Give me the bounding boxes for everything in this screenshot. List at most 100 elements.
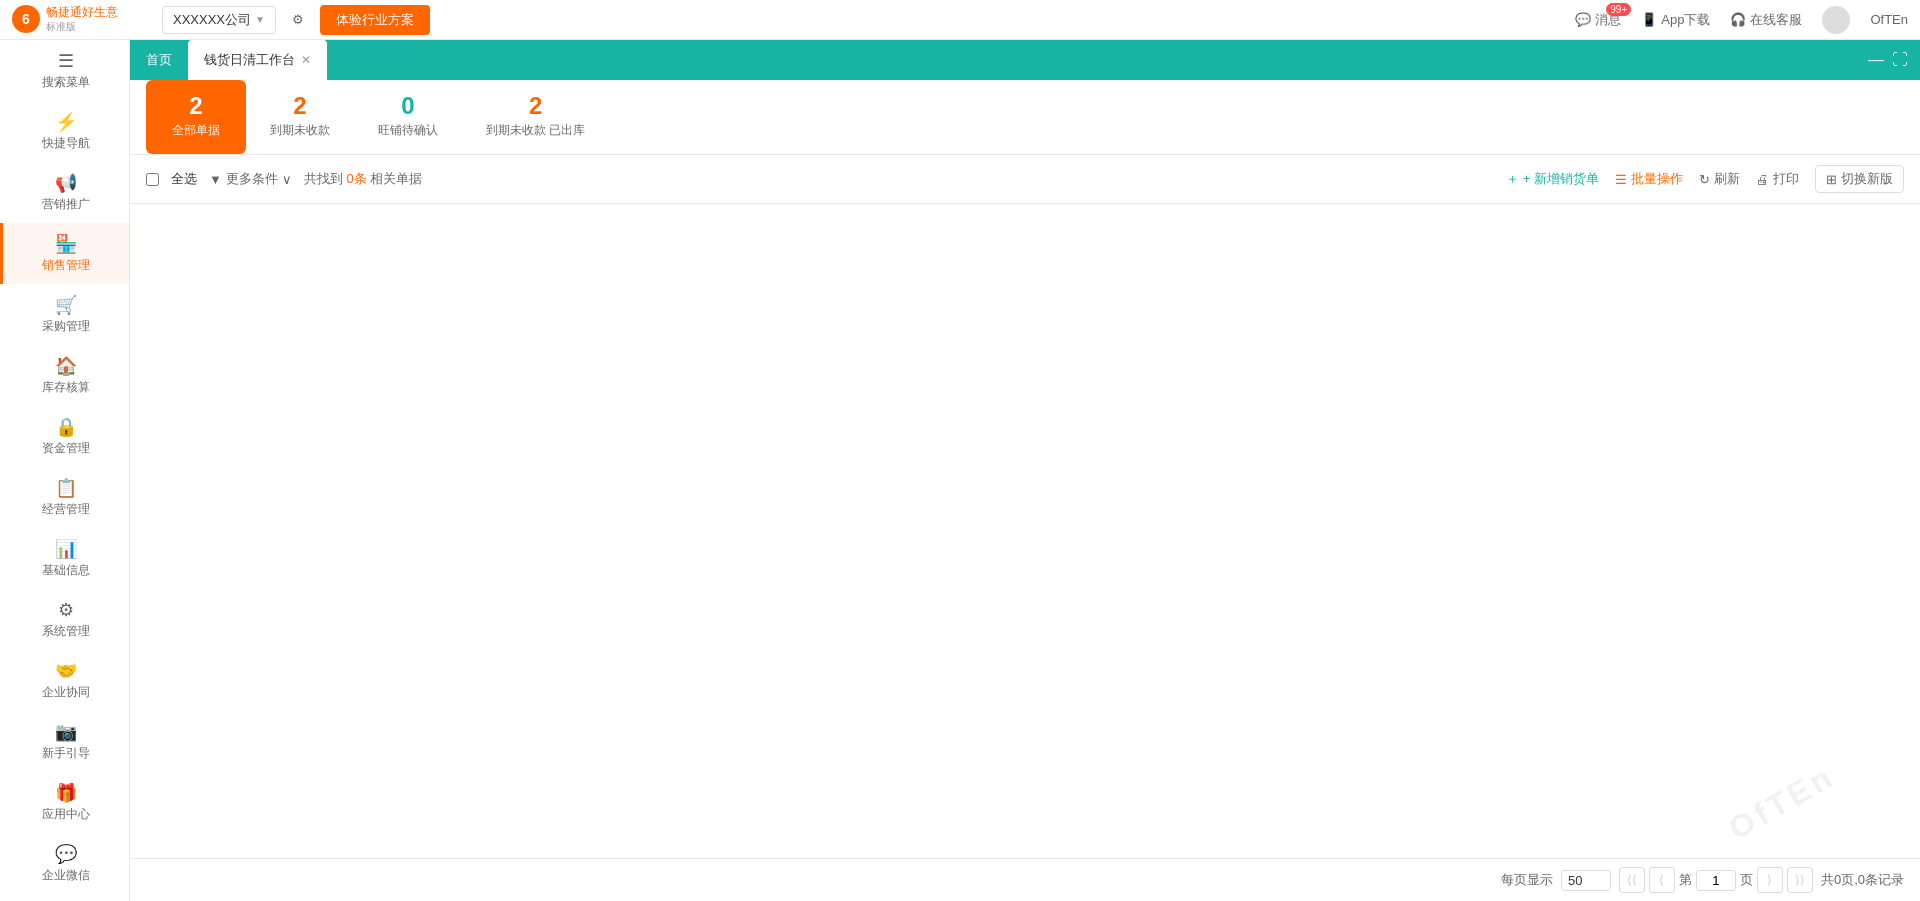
sidebar-label-wechat: 企业微信 bbox=[42, 867, 90, 884]
stat-num-pending: 0 bbox=[401, 92, 414, 120]
sidebar-item-marketing[interactable]: 📢 营销推广 bbox=[0, 162, 129, 223]
sidebar-item-base-info[interactable]: 📊 基础信息 bbox=[0, 528, 129, 589]
next-page-button[interactable]: ⟩ bbox=[1757, 867, 1783, 893]
page-number-input[interactable] bbox=[1696, 870, 1736, 891]
sidebar-item-cooperation[interactable]: 🤝 企业协同 bbox=[0, 650, 129, 711]
sidebar-item-operations[interactable]: 📋 经营管理 bbox=[0, 467, 129, 528]
stat-tab-all[interactable]: 2 全部单据 bbox=[146, 80, 246, 154]
filter-button[interactable]: ▼ 更多条件 ∨ bbox=[209, 170, 292, 188]
finance-icon: 🔒 bbox=[55, 418, 77, 436]
stat-tab-pending[interactable]: 0 旺铺待确认 bbox=[354, 80, 462, 154]
company-selector[interactable]: XXXXXX公司 ▼ bbox=[162, 6, 276, 34]
base-info-icon: 📊 bbox=[55, 540, 77, 558]
tab-minimize-button[interactable]: — bbox=[1868, 51, 1884, 69]
batch-btn-label: 批量操作 bbox=[1631, 170, 1683, 188]
switch-version-button[interactable]: ⊞ 切换新版 bbox=[1815, 165, 1904, 193]
tab-expand-button[interactable]: ⛶ bbox=[1892, 51, 1908, 69]
stat-tab-shipped[interactable]: 2 到期未收款 已出库 bbox=[462, 80, 609, 154]
per-page-label: 每页显示 bbox=[1501, 871, 1553, 889]
sidebar-label-system: 系统管理 bbox=[42, 623, 90, 640]
sidebar-label-app-center: 应用中心 bbox=[42, 806, 90, 823]
sidebar-item-search-menu[interactable]: ☰ 搜索菜单 bbox=[0, 40, 129, 101]
tab-home[interactable]: 首页 bbox=[130, 40, 188, 80]
message-badge: 99+ bbox=[1606, 3, 1631, 16]
select-all-checkbox[interactable] bbox=[146, 173, 159, 186]
sidebar-item-system[interactable]: ⚙ 系统管理 bbox=[0, 589, 129, 650]
app-download-label: App下载 bbox=[1661, 11, 1710, 29]
sidebar-item-wechat[interactable]: 💬 企业微信 bbox=[0, 833, 129, 894]
add-sale-button[interactable]: ＋ + 新增销货单 bbox=[1506, 170, 1599, 188]
top-bar: 6 畅捷通好生意 标准版 XXXXXX公司 ▼ ⚙ 体验行业方案 💬 消息 99… bbox=[0, 0, 1920, 40]
tab-cashflow[interactable]: 钱货日清工作台 ✕ bbox=[188, 40, 327, 80]
print-icon: 🖨 bbox=[1756, 172, 1769, 187]
online-support-action[interactable]: 🎧 在线客服 bbox=[1730, 11, 1802, 29]
cooperation-icon: 🤝 bbox=[55, 662, 77, 680]
sidebar-item-app-center[interactable]: 🎁 应用中心 bbox=[0, 772, 129, 833]
refresh-icon: ↻ bbox=[1699, 172, 1710, 187]
refresh-btn-label: 刷新 bbox=[1714, 170, 1740, 188]
sidebar-label-inventory: 库存核算 bbox=[42, 379, 90, 396]
stat-tab-overdue[interactable]: 2 到期未收款 bbox=[246, 80, 354, 154]
sidebar-label-operations: 经营管理 bbox=[42, 501, 90, 518]
switch-btn-label: 切换新版 bbox=[1841, 170, 1893, 188]
message-action[interactable]: 💬 消息 99+ bbox=[1575, 11, 1621, 29]
sidebar-label-base-info: 基础信息 bbox=[42, 562, 90, 579]
inventory-icon: 🏠 bbox=[55, 357, 77, 375]
page-size-wrap: 50 10 20 100 bbox=[1561, 870, 1611, 891]
logo-icon: 6 bbox=[12, 5, 40, 33]
found-text: 共找到 0条 相关单据 bbox=[304, 170, 422, 188]
tab-close-icon[interactable]: ✕ bbox=[301, 53, 311, 67]
switch-icon: ⊞ bbox=[1826, 172, 1837, 187]
stat-num-overdue: 2 bbox=[293, 92, 306, 120]
purchase-icon: 🛒 bbox=[55, 296, 77, 314]
toolbar-right: ＋ + 新增销货单 ☰ 批量操作 ↻ 刷新 🖨 打印 bbox=[1506, 165, 1904, 193]
sidebar-label-marketing: 营销推广 bbox=[42, 196, 90, 213]
sidebar-item-sales[interactable]: 🏪 销售管理 bbox=[0, 223, 129, 284]
stat-tabs: 2 全部单据 2 到期未收款 0 旺铺待确认 2 到期未收款 已出库 bbox=[130, 80, 1920, 155]
tab-home-label: 首页 bbox=[146, 51, 172, 69]
prev-page-button[interactable]: ⟨ bbox=[1649, 867, 1675, 893]
page-content: 2 全部单据 2 到期未收款 0 旺铺待确认 2 到期未收款 已出库 bbox=[130, 80, 1920, 901]
sidebar-label-search-menu: 搜索菜单 bbox=[42, 74, 90, 91]
found-prefix: 共找到 bbox=[304, 171, 343, 186]
found-count: 0条 bbox=[347, 171, 367, 186]
system-icon: ⚙ bbox=[58, 601, 74, 619]
trial-button[interactable]: 体验行业方案 bbox=[320, 5, 430, 35]
first-page-button[interactable]: ⟨⟨ bbox=[1619, 867, 1645, 893]
sidebar-item-quick-nav[interactable]: ⚡ 快捷导航 bbox=[0, 101, 129, 162]
sidebar-item-purchase[interactable]: 🛒 采购管理 bbox=[0, 284, 129, 345]
app-name: 畅捷通好生意 bbox=[46, 5, 118, 19]
filter-icon: ▼ bbox=[209, 172, 222, 187]
app-download-action[interactable]: 📱 App下载 bbox=[1641, 11, 1710, 29]
app-version: 标准版 bbox=[46, 20, 118, 34]
sidebar-label-cooperation: 企业协同 bbox=[42, 684, 90, 701]
main-content: 首页 钱货日清工作台 ✕ — ⛶ 2 全部单据 2 到期未收款 bbox=[130, 40, 1920, 901]
sidebar-item-finance[interactable]: 🔒 资金管理 bbox=[0, 406, 129, 467]
filter-label: 更多条件 bbox=[226, 170, 278, 188]
print-button[interactable]: 🖨 打印 bbox=[1756, 170, 1799, 188]
add-btn-label: + 新增销货单 bbox=[1523, 170, 1599, 188]
operations-icon: 📋 bbox=[55, 479, 77, 497]
refresh-button[interactable]: ↻ 刷新 bbox=[1699, 170, 1740, 188]
user-name: OfTEn bbox=[1870, 12, 1908, 27]
page-size-select[interactable]: 50 10 20 100 bbox=[1561, 870, 1611, 891]
message-icon: 💬 bbox=[1575, 12, 1591, 27]
settings-icon[interactable]: ⚙ bbox=[284, 6, 312, 34]
print-btn-label: 打印 bbox=[1773, 170, 1799, 188]
sidebar-item-inventory[interactable]: 🏠 库存核算 bbox=[0, 345, 129, 406]
avatar[interactable] bbox=[1822, 6, 1850, 34]
stat-label-all: 全部单据 bbox=[172, 122, 220, 139]
batch-button[interactable]: ☰ 批量操作 bbox=[1615, 170, 1683, 188]
last-page-button[interactable]: ⟩⟩ bbox=[1787, 867, 1813, 893]
sidebar-label-quick-nav: 快捷导航 bbox=[42, 135, 90, 152]
main-layout: ☰ 搜索菜单 ⚡ 快捷导航 📢 营销推广 🏪 销售管理 🛒 采购管理 🏠 库存核… bbox=[0, 40, 1920, 901]
found-suffix: 相关单据 bbox=[370, 171, 422, 186]
sidebar-item-guide[interactable]: 📷 新手引导 bbox=[0, 711, 129, 772]
support-icon: 🎧 bbox=[1730, 12, 1746, 27]
sidebar-item-member[interactable]: ◇ 畅会员 bbox=[0, 894, 129, 901]
logo-area: 6 畅捷通好生意 标准版 bbox=[12, 5, 142, 33]
sidebar: ☰ 搜索菜单 ⚡ 快捷导航 📢 营销推广 🏪 销售管理 🛒 采购管理 🏠 库存核… bbox=[0, 40, 130, 901]
pagination: 每页显示 50 10 20 100 ⟨⟨ ⟨ 第 页 ⟩ ⟩⟩ bbox=[130, 858, 1920, 901]
page-label-prefix: 第 bbox=[1679, 871, 1692, 889]
stat-num-all: 2 bbox=[189, 92, 202, 120]
